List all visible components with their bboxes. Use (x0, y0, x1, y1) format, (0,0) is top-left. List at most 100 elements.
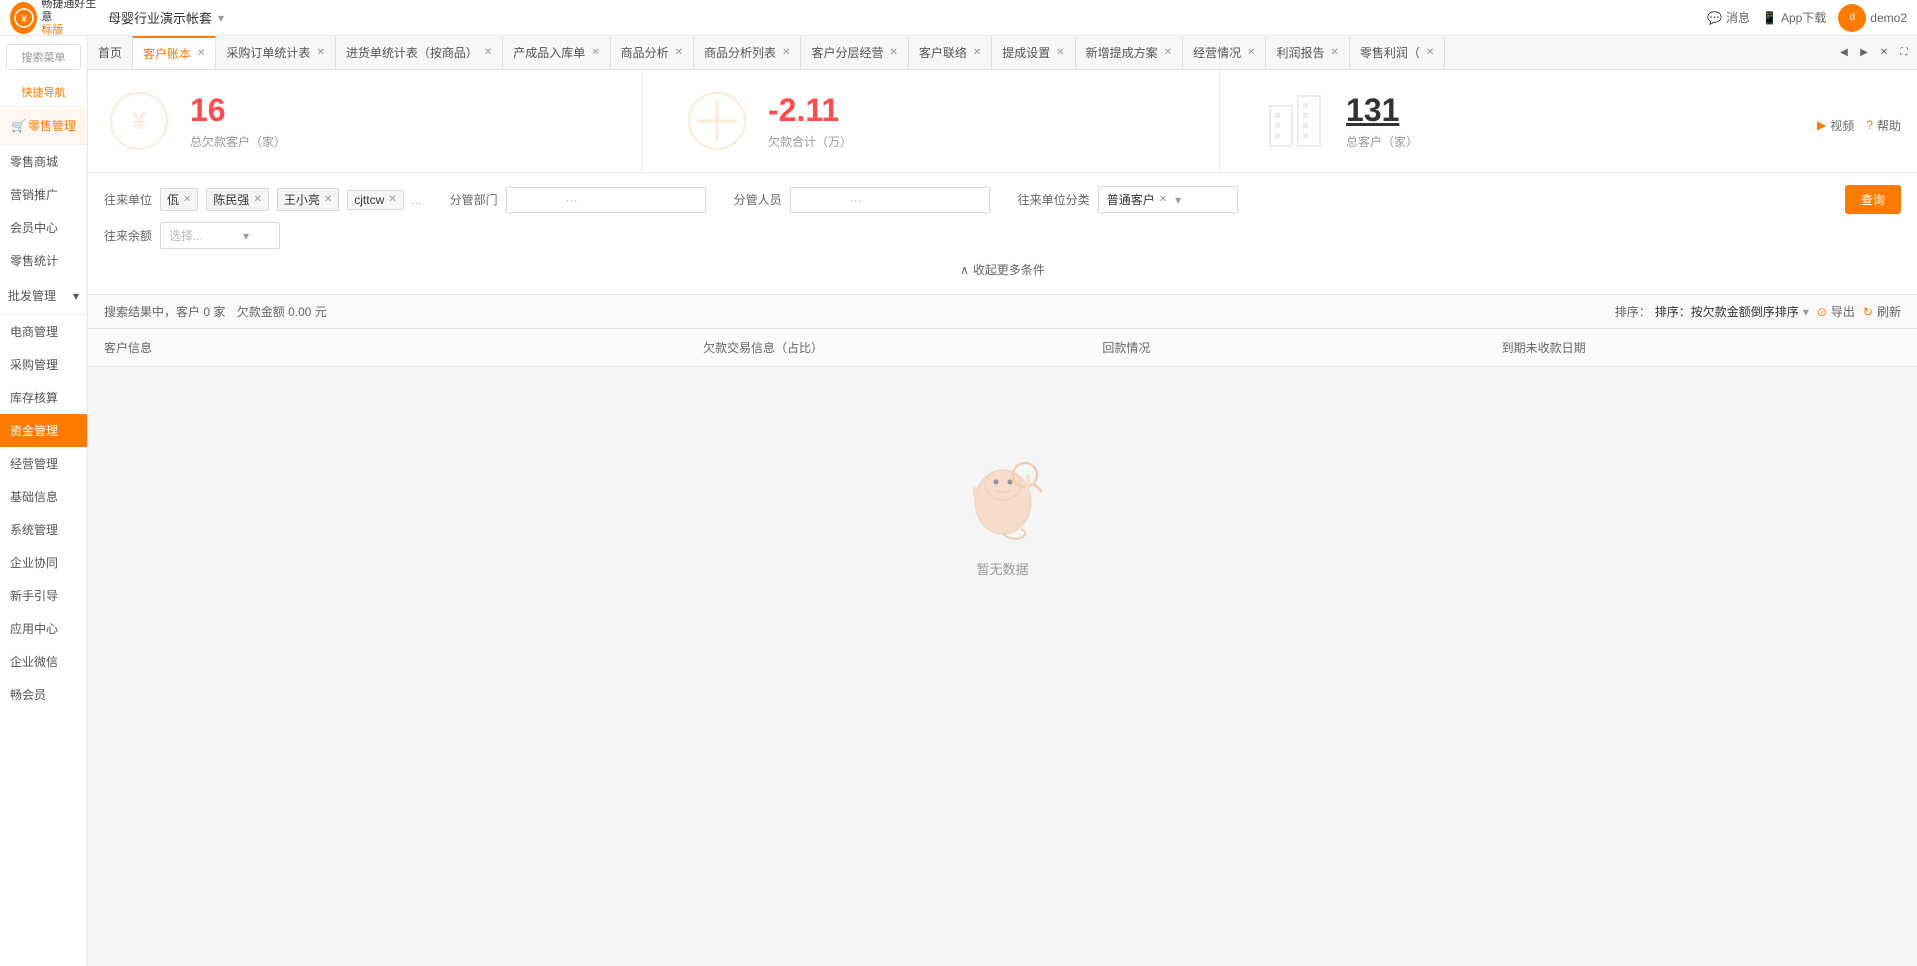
sidebar-search[interactable]: 搜索菜单 (0, 36, 87, 78)
stat-total-clients: 131 总客户（家） (1240, 70, 1797, 172)
tab-close-goods-list[interactable]: ✕ (782, 47, 790, 58)
tab-next-btn[interactable]: ▶ (1855, 44, 1873, 62)
video-btn[interactable]: ▶ 视频 (1817, 117, 1854, 134)
search-menu-btn[interactable]: 搜索菜单 (6, 44, 81, 70)
empty-text: 暂无数据 (976, 559, 1028, 578)
col-due-date: 到期未收款日期 (1502, 339, 1901, 356)
sidebar-item-batch[interactable]: 批发管理 ▾ (0, 277, 87, 315)
sort-select[interactable]: 排序： 排序：按欠款金额倒序排序 ▾ (1615, 303, 1809, 320)
collapse-btn[interactable]: ∧ 收起更多条件 (952, 257, 1053, 282)
message-btn[interactable]: 💬 消息 (1707, 9, 1750, 26)
store-selector[interactable]: 母婴行业演示帐套 ▾ (98, 8, 1707, 27)
tab-customer-segment[interactable]: 客户分层经营 ✕ (801, 36, 908, 70)
col-customer-info: 客户信息 (104, 339, 703, 356)
unit-type-tag-close[interactable]: ✕ (1159, 194, 1167, 205)
col-repayment: 回款情况 (1102, 339, 1501, 356)
sidebar-item-finance[interactable]: 资金管理 (0, 414, 87, 447)
tab-customer-contact[interactable]: 客户联络 ✕ (909, 36, 992, 70)
tab-new-raise[interactable]: 新增提成方案 ✕ (1076, 36, 1183, 70)
tab-goods-list[interactable]: 商品分析列表 ✕ (694, 36, 801, 70)
store-name: 母婴行业演示帐套 (108, 8, 212, 27)
sidebar-item-retail[interactable]: 🛒 零售管理 (0, 107, 87, 145)
sidebar-quick-nav[interactable]: 快捷导航 (0, 78, 87, 107)
filter-tag-unit4-close[interactable]: ✕ (388, 194, 396, 205)
filter-tag-unit1-close[interactable]: ✕ (183, 194, 191, 205)
tab-profit-report[interactable]: 利润报告 ✕ (1266, 36, 1349, 70)
tab-maximize-btn[interactable]: ⛶ (1895, 44, 1913, 62)
sidebar-item-system[interactable]: 系统管理 (0, 513, 87, 546)
refresh-btn[interactable]: ↻ 刷新 (1863, 303, 1901, 320)
filter-tag-unit1[interactable]: 佤 ✕ (160, 188, 198, 211)
unit-type-select[interactable]: 普通客户 ✕ ▾ (1098, 186, 1238, 213)
retail-icon: 🛒 (11, 119, 26, 133)
top-bar-right: 💬 消息 📱 App下载 d demo2 (1707, 4, 1907, 32)
sidebar-item-new-guide[interactable]: 新手引导 (0, 579, 87, 612)
tab-operation[interactable]: 经营情况 ✕ (1183, 36, 1266, 70)
stat-clients-label: 总客户（家） (1346, 133, 1418, 150)
sidebar-item-retail-mall[interactable]: 零售商城 (0, 145, 87, 178)
tab-close-accounts[interactable]: ✕ (197, 48, 205, 59)
unit-type-tag[interactable]: 普通客户 ✕ (1107, 191, 1167, 208)
tab-close-profit-report[interactable]: ✕ (1331, 47, 1339, 58)
results-info: 搜索结果中，客户 0 家 欠款金额 0.00 元 (104, 303, 327, 320)
tab-close-purchase-orders[interactable]: ✕ (316, 47, 324, 58)
message-icon: 💬 (1707, 11, 1722, 25)
more-units-btn[interactable]: ... (412, 193, 422, 207)
help-btn[interactable]: ? 帮助 (1866, 117, 1901, 134)
sidebar-item-app-center[interactable]: 应用中心 (0, 612, 87, 645)
help-icon: ? (1866, 118, 1873, 132)
balance-select[interactable]: 选择... ▾ (160, 222, 280, 249)
sidebar-item-retail-stats[interactable]: 零售统计 (0, 244, 87, 277)
sidebar-item-wechat[interactable]: 企业微信 (0, 645, 87, 678)
tab-close-operation[interactable]: ✕ (1247, 47, 1255, 58)
tab-close-all-btn[interactable]: ✕ (1875, 44, 1893, 62)
filter-tag-unit4[interactable]: cjttcw ✕ (347, 190, 403, 210)
filter-tag-unit2[interactable]: 陈民强 ✕ (206, 188, 268, 211)
sidebar: 搜索菜单 快捷导航 🛒 零售管理 零售商城 营销推广 会员中心 零售统计 批发管… (0, 36, 88, 966)
tab-close-raise-settings[interactable]: ✕ (1056, 47, 1064, 58)
tab-accounts[interactable]: 客户账本 ✕ (133, 36, 216, 70)
query-button[interactable]: 查询 (1845, 185, 1901, 214)
sidebar-item-ecommerce[interactable]: 电商管理 (0, 315, 87, 348)
user-menu[interactable]: d demo2 (1838, 4, 1907, 32)
avatar: d (1838, 4, 1866, 32)
tab-raise-settings[interactable]: 提成设置 ✕ (992, 36, 1075, 70)
logo: ¥ 畅捷通好生意 标版 (10, 0, 98, 37)
tab-close-goods-analysis[interactable]: ✕ (675, 47, 683, 58)
app-download-btn[interactable]: 📱 App下载 (1762, 9, 1826, 26)
manager-select[interactable]: ··· (790, 187, 990, 213)
tab-bar: 首页 客户账本 ✕ 采购订单统计表 ✕ 进货单统计表（按商品） ✕ 产成品入库单… (88, 36, 1917, 70)
department-select[interactable]: ··· (506, 187, 706, 213)
sidebar-item-inventory[interactable]: 库存核算 (0, 381, 87, 414)
sidebar-item-vip[interactable]: 畅会员 (0, 678, 87, 711)
filter-tag-unit2-close[interactable]: ✕ (253, 194, 261, 205)
sidebar-item-cooperation[interactable]: 企业协同 (0, 546, 87, 579)
filter-tag-unit3[interactable]: 王小亮 ✕ (277, 188, 339, 211)
export-btn[interactable]: ⊙ 导出 (1817, 303, 1855, 320)
tab-purchase-stats[interactable]: 进货单统计表（按商品） ✕ (336, 36, 503, 70)
tab-production[interactable]: 产成品入库单 ✕ (503, 36, 610, 70)
balance-dropdown-icon: ▾ (243, 229, 249, 243)
tab-close-production[interactable]: ✕ (591, 47, 599, 58)
tab-close-retail-profit[interactable]: ✕ (1426, 47, 1434, 58)
tab-purchase-orders[interactable]: 采购订单统计表 ✕ (216, 36, 335, 70)
sidebar-item-member[interactable]: 会员中心 (0, 211, 87, 244)
tab-retail-profit[interactable]: 零售利润（ ✕ (1350, 36, 1445, 70)
logo-icon: ¥ (10, 2, 37, 34)
sidebar-item-basic[interactable]: 基础信息 (0, 480, 87, 513)
top-bar: ¥ 畅捷通好生意 标版 母婴行业演示帐套 ▾ 💬 消息 📱 App下载 (0, 0, 1917, 36)
tab-close-purchase-stats[interactable]: ✕ (484, 47, 492, 58)
filter-row-2: 往来余额 选择... ▾ (104, 222, 1901, 249)
stat-total-customers: ¥ 16 总欠款客户（家） (104, 70, 642, 172)
filter-tag-unit3-close[interactable]: ✕ (324, 194, 332, 205)
tab-close-new-raise[interactable]: ✕ (1164, 47, 1172, 58)
sidebar-item-marketing[interactable]: 营销推广 (0, 178, 87, 211)
tab-home[interactable]: 首页 (88, 36, 133, 70)
sidebar-item-purchase[interactable]: 采购管理 (0, 348, 87, 381)
sidebar-item-ops[interactable]: 经营管理 (0, 447, 87, 480)
tab-close-customer-segment[interactable]: ✕ (889, 47, 897, 58)
tab-close-customer-contact[interactable]: ✕ (973, 47, 981, 58)
tab-goods-analysis[interactable]: 商品分析 ✕ (611, 36, 694, 70)
sort-label-prefix: 排序： (1615, 303, 1651, 320)
tab-prev-btn[interactable]: ◀ (1835, 44, 1853, 62)
